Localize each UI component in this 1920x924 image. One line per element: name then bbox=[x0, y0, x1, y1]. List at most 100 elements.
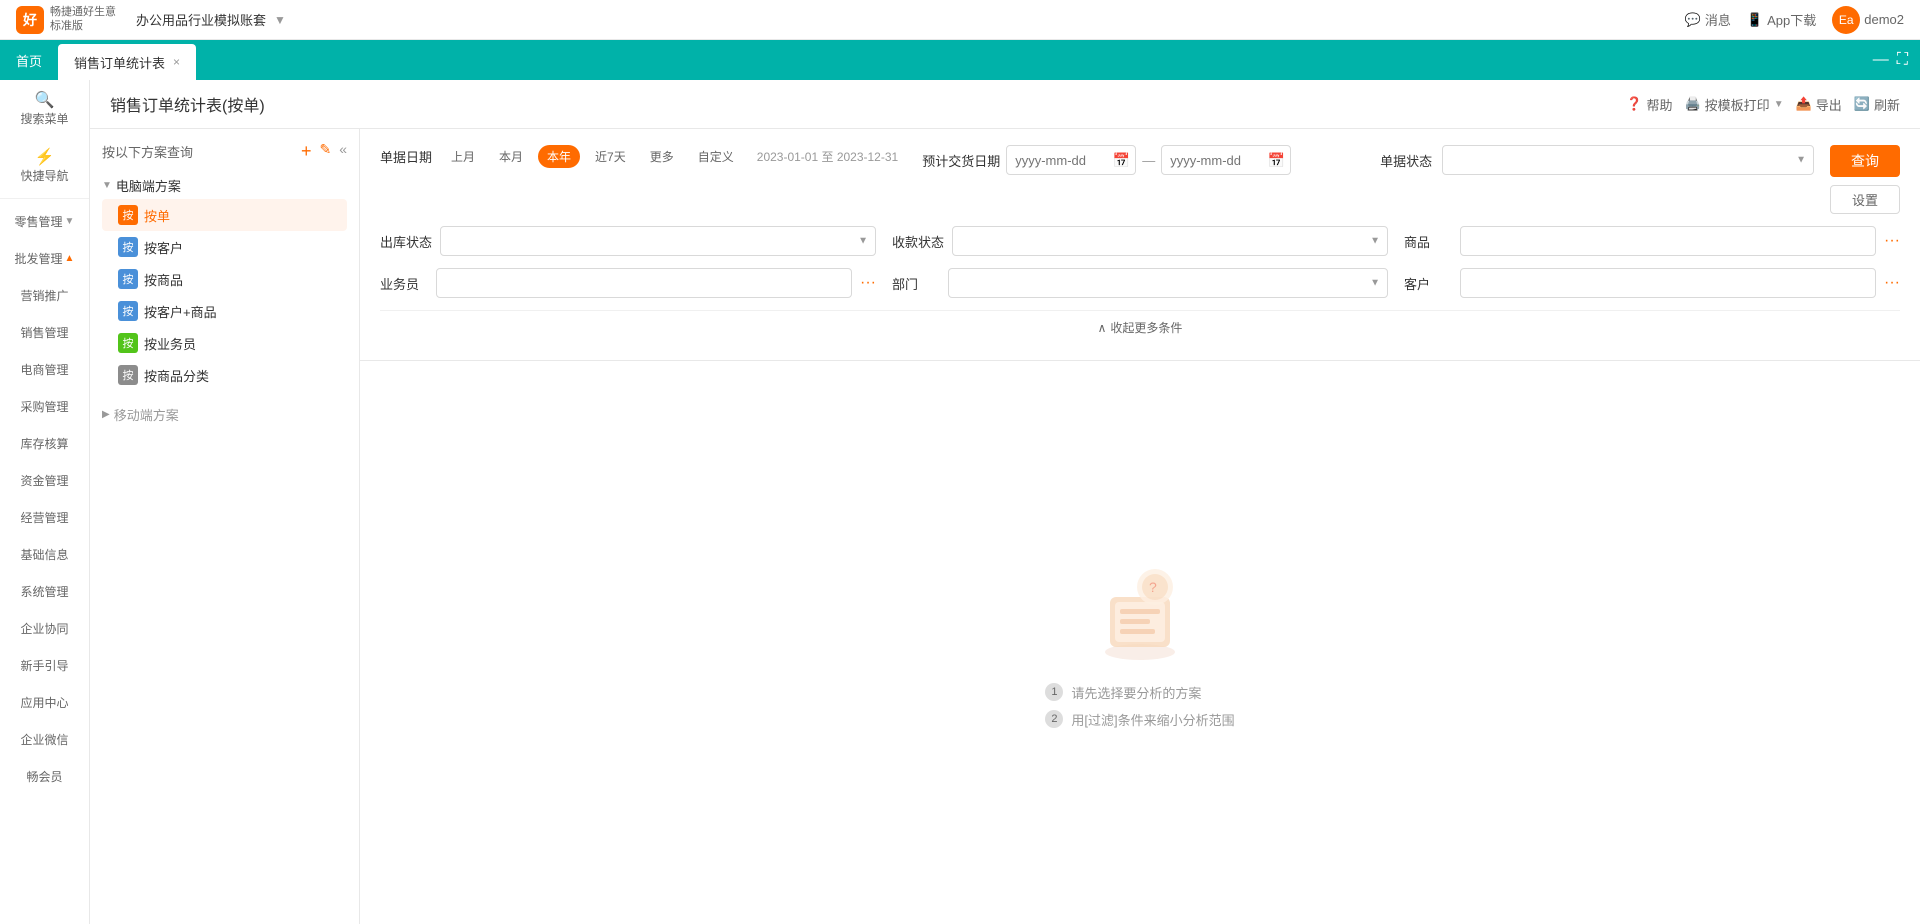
department-select[interactable] bbox=[948, 268, 1388, 298]
customer-input[interactable] bbox=[1460, 268, 1876, 298]
tab-close-icon[interactable]: × bbox=[173, 55, 180, 69]
customer-more-icon[interactable]: ··· bbox=[1884, 274, 1900, 292]
collapse-icon: ∧ bbox=[1098, 321, 1107, 335]
department-col: 部门 ▼ bbox=[892, 268, 1388, 298]
sidebar-item-system[interactable]: 系统管理 bbox=[0, 573, 89, 610]
wholesale-arrow-icon: ▲ bbox=[65, 253, 75, 264]
print-btn[interactable]: 🖨️ 按模板打印 ▼ bbox=[1684, 95, 1783, 114]
sidebar-item-retail[interactable]: 零售管理 ▼ bbox=[0, 203, 89, 240]
sidebar-item-business[interactable]: 经营管理 bbox=[0, 499, 89, 536]
date-range-text: 2023-01-01 至 2023-12-31 bbox=[757, 148, 898, 165]
sidebar-item-marketing[interactable]: 营销推广 bbox=[0, 277, 89, 314]
date-btn-this-year[interactable]: 本年 bbox=[538, 145, 580, 168]
calendar-start-icon: 📅 bbox=[1113, 152, 1130, 169]
payment-status-select[interactable] bbox=[952, 226, 1388, 256]
app-download-btn[interactable]: 📱 App下载 bbox=[1747, 10, 1816, 29]
app-title: 办公用品行业模拟账套 bbox=[136, 10, 266, 29]
sidebar-item-enterprise[interactable]: 企业协同 bbox=[0, 610, 89, 647]
minimize-icon[interactable]: — bbox=[1873, 51, 1889, 69]
left-panel: 按以下方案查询 + ✎ « ▼ 电脑端方案 按 按单 bbox=[90, 129, 360, 924]
message-btn[interactable]: 💬 消息 bbox=[1685, 10, 1731, 29]
refresh-btn[interactable]: 🔄 刷新 bbox=[1854, 95, 1900, 114]
order-status-select-wrap: ▼ bbox=[1442, 145, 1814, 175]
tip-num-1: 1 bbox=[1045, 683, 1063, 701]
filter-area: 单据日期 上月 本月 本年 近7天 更多 自定义 2023-01-01 至 20… bbox=[360, 129, 1920, 361]
page-header: 销售订单统计表(按单) ❓ 帮助 🖨️ 按模板打印 ▼ 📤 导出 🔄 刷新 bbox=[90, 80, 1920, 129]
date-label: 单据日期 bbox=[380, 147, 436, 166]
quick-nav-icon: ⚡ bbox=[0, 147, 89, 167]
payment-select-wrap: ▼ bbox=[952, 226, 1388, 256]
salesperson-input[interactable] bbox=[436, 268, 852, 298]
scheme-item-by-goods-category[interactable]: 按 按商品分类 bbox=[102, 359, 347, 391]
date-btn-last-month[interactable]: 上月 bbox=[442, 145, 484, 168]
tab-active[interactable]: 销售订单统计表 × bbox=[58, 44, 196, 80]
scheme-item-by-goods[interactable]: 按 按商品 bbox=[102, 263, 347, 295]
empty-svg: ? bbox=[1085, 557, 1195, 667]
salesperson-more-icon[interactable]: ··· bbox=[860, 274, 876, 292]
shipment-status-col: 出库状态 ▼ bbox=[380, 226, 876, 256]
topbar-dropdown-icon[interactable]: ▼ bbox=[274, 13, 286, 27]
scheme-item-by-salesperson[interactable]: 按 按业务员 bbox=[102, 327, 347, 359]
add-scheme-icon[interactable]: + bbox=[301, 141, 312, 162]
query-button[interactable]: 查询 bbox=[1830, 145, 1900, 177]
split-layout: 按以下方案查询 + ✎ « ▼ 电脑端方案 按 按单 bbox=[90, 129, 1920, 924]
shipment-status-select[interactable] bbox=[440, 226, 876, 256]
empty-tip-2: 2 用[过滤]条件来缩小分析范围 bbox=[1045, 710, 1234, 729]
mobile-group: ▶ 移动端方案 bbox=[102, 401, 347, 428]
goods-more-icon[interactable]: ··· bbox=[1884, 232, 1900, 250]
expected-date-label: 预计交货日期 bbox=[922, 151, 1000, 170]
filter-row-2: 出库状态 ▼ 收款状态 bbox=[380, 226, 1900, 256]
sidebar-item-member[interactable]: 畅会员 bbox=[0, 758, 89, 795]
tip-num-2: 2 bbox=[1045, 710, 1063, 728]
mobile-group-arrow-icon: ▶ bbox=[102, 409, 110, 420]
sidebar-item-app-center[interactable]: 应用中心 bbox=[0, 684, 89, 721]
maximize-icon[interactable]: ⛶ bbox=[1897, 51, 1908, 69]
sidebar-item-sales[interactable]: 销售管理 bbox=[0, 314, 89, 351]
refresh-icon: 🔄 bbox=[1854, 96, 1870, 112]
payment-label: 收款状态 bbox=[892, 232, 944, 251]
scheme-item-by-order[interactable]: 按 按单 bbox=[102, 199, 347, 231]
date-btn-last7days[interactable]: 近7天 bbox=[586, 145, 635, 168]
sidebar-item-purchase[interactable]: 采购管理 bbox=[0, 388, 89, 425]
sidebar-item-enterprise-wechat[interactable]: 企业微信 bbox=[0, 721, 89, 758]
goods-label: 商品 bbox=[1404, 232, 1452, 251]
date-btn-custom[interactable]: 自定义 bbox=[689, 145, 743, 168]
print-dropdown-icon[interactable]: ▼ bbox=[1774, 99, 1784, 110]
print-icon: 🖨️ bbox=[1684, 96, 1700, 112]
collapse-filter-btn[interactable]: ∧ 收起更多条件 bbox=[380, 310, 1900, 344]
scheme-icon-by-customer: 按 bbox=[118, 237, 138, 257]
order-status-select[interactable] bbox=[1442, 145, 1814, 175]
sidebar-item-inventory[interactable]: 库存核算 bbox=[0, 425, 89, 462]
sidebar-item-wholesale[interactable]: 批发管理 ▲ bbox=[0, 240, 89, 277]
edit-scheme-icon[interactable]: ✎ bbox=[319, 141, 331, 162]
sidebar-item-search-menu[interactable]: 🔍 搜索菜单 bbox=[0, 80, 89, 137]
scheme-item-by-customer[interactable]: 按 按客户 bbox=[102, 231, 347, 263]
scheme-item-by-customer-goods[interactable]: 按 按客户+商品 bbox=[102, 295, 347, 327]
expected-date-start-wrap: 📅 bbox=[1006, 145, 1136, 175]
sidebar-item-new-guide[interactable]: 新手引导 bbox=[0, 647, 89, 684]
date-btn-more[interactable]: 更多 bbox=[641, 145, 683, 168]
goods-input[interactable] bbox=[1460, 226, 1876, 256]
scheme-group-title-pc[interactable]: ▼ 电脑端方案 bbox=[102, 172, 347, 199]
sidebar-item-finance[interactable]: 资金管理 bbox=[0, 462, 89, 499]
settings-button[interactable]: 设置 bbox=[1830, 185, 1900, 214]
shipment-select-wrap: ▼ bbox=[440, 226, 876, 256]
scheme-icon-by-customer-goods: 按 bbox=[118, 301, 138, 321]
scheme-icon-by-goods: 按 bbox=[118, 269, 138, 289]
date-btn-this-month[interactable]: 本月 bbox=[490, 145, 532, 168]
salesperson-label: 业务员 bbox=[380, 274, 428, 293]
export-btn[interactable]: 📤 导出 bbox=[1796, 95, 1842, 114]
collapse-panel-icon[interactable]: « bbox=[339, 141, 347, 162]
scheme-group-arrow-icon: ▼ bbox=[102, 180, 112, 191]
mobile-group-title[interactable]: ▶ 移动端方案 bbox=[102, 401, 347, 428]
sidebar-item-ecommerce[interactable]: 电商管理 bbox=[0, 351, 89, 388]
tab-home[interactable]: 首页 bbox=[0, 40, 58, 80]
user-avatar-area[interactable]: Ea demo2 bbox=[1832, 6, 1904, 34]
sidebar-item-basic-info[interactable]: 基础信息 bbox=[0, 536, 89, 573]
scheme-group-pc: ▼ 电脑端方案 按 按单 按 按客户 按 按商品 bbox=[102, 172, 347, 391]
page-actions: ❓ 帮助 🖨️ 按模板打印 ▼ 📤 导出 🔄 刷新 bbox=[1626, 95, 1900, 126]
sidebar-item-quick-nav[interactable]: ⚡ 快捷导航 bbox=[0, 137, 89, 194]
retail-arrow-icon: ▼ bbox=[65, 216, 75, 227]
help-btn[interactable]: ❓ 帮助 bbox=[1626, 95, 1672, 114]
filter-row-3: 业务员 ··· 部门 ▼ bbox=[380, 268, 1900, 298]
